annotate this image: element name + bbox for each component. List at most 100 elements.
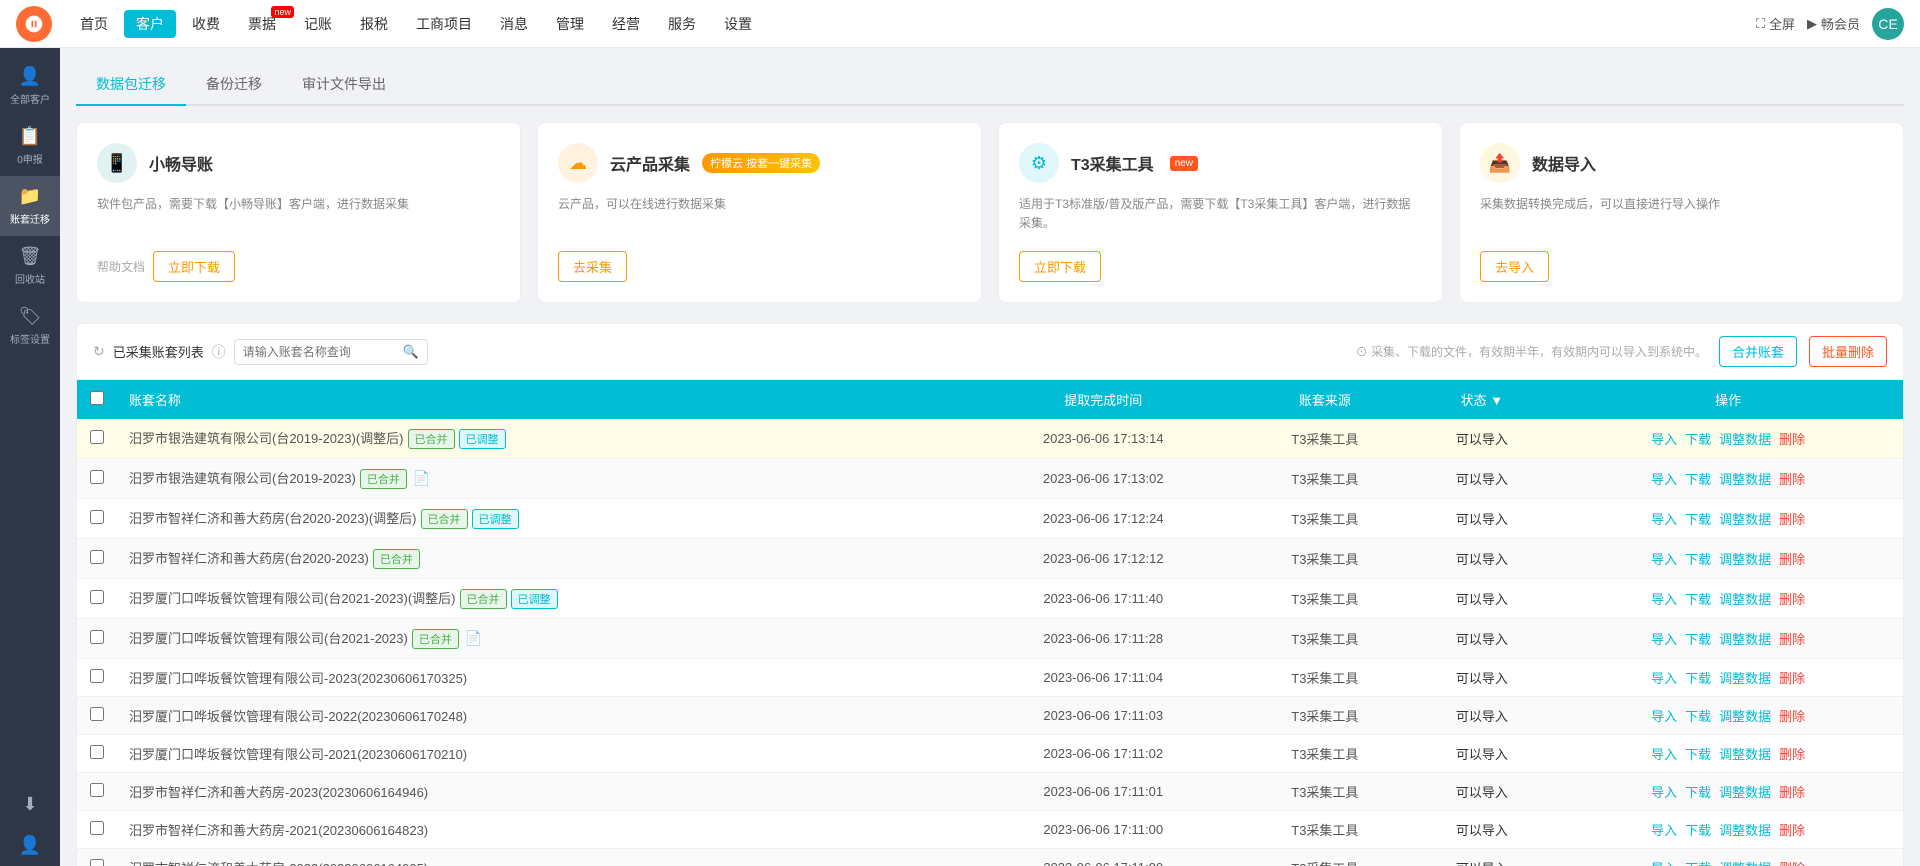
download-link[interactable]: 下载 <box>1685 785 1711 800</box>
sidebar-item-recycle[interactable]: 🗑 回收站 <box>0 236 60 296</box>
adjust-data-link[interactable]: 调整数据 <box>1719 592 1771 607</box>
delete-link[interactable]: 删除 <box>1779 552 1805 567</box>
file-icon[interactable]: 📄 <box>465 630 482 646</box>
row-checkbox[interactable] <box>90 821 104 835</box>
avatar[interactable]: CE <box>1872 8 1904 40</box>
import-link[interactable]: 导入 <box>1651 552 1677 567</box>
sidebar-item-tag-settings[interactable]: 🏷 标签设置 <box>0 296 60 356</box>
nav-home[interactable]: 首页 <box>68 10 120 38</box>
delete-link[interactable]: 删除 <box>1779 861 1805 866</box>
sidebar-item-account-migration[interactable]: 📁 账套迁移 <box>0 176 60 236</box>
nav-billing[interactable]: 收费 <box>180 10 232 38</box>
row-checkbox[interactable] <box>90 707 104 721</box>
nav-manage[interactable]: 管理 <box>544 10 596 38</box>
sidebar-item-all-clients[interactable]: 👤 全部客户 <box>0 56 60 116</box>
delete-link[interactable]: 删除 <box>1779 512 1805 527</box>
import-link[interactable]: 导入 <box>1651 512 1677 527</box>
delete-link[interactable]: 删除 <box>1779 747 1805 762</box>
adjust-data-link[interactable]: 调整数据 <box>1719 632 1771 647</box>
row-checkbox[interactable] <box>90 510 104 524</box>
download-link[interactable]: 下载 <box>1685 472 1711 487</box>
adjust-data-link[interactable]: 调整数据 <box>1719 432 1771 447</box>
sidebar-item-report[interactable]: 📋 0申报 <box>0 116 60 176</box>
import-link[interactable]: 导入 <box>1651 432 1677 447</box>
adjust-data-link[interactable]: 调整数据 <box>1719 472 1771 487</box>
nav-tax[interactable]: 报税 <box>348 10 400 38</box>
download-link[interactable]: 下载 <box>1685 552 1711 567</box>
help-doc-btn[interactable]: 帮助文档 <box>97 258 145 275</box>
download-link[interactable]: 下载 <box>1685 512 1711 527</box>
nav-client[interactable]: 客户 <box>124 10 176 38</box>
nav-invoice[interactable]: 票据 new <box>236 10 288 38</box>
download-link[interactable]: 下载 <box>1685 823 1711 838</box>
download-link[interactable]: 下载 <box>1685 861 1711 866</box>
tab-data-migration[interactable]: 数据包迁移 <box>76 64 186 106</box>
import-link[interactable]: 导入 <box>1651 861 1677 866</box>
app-logo[interactable] <box>16 6 52 42</box>
delete-link[interactable]: 删除 <box>1779 632 1805 647</box>
delete-link[interactable]: 删除 <box>1779 709 1805 724</box>
import-link[interactable]: 导入 <box>1651 823 1677 838</box>
import-link[interactable]: 导入 <box>1651 709 1677 724</box>
import-link[interactable]: 导入 <box>1651 592 1677 607</box>
file-icon[interactable]: 📄 <box>413 470 430 486</box>
download-link[interactable]: 下载 <box>1685 632 1711 647</box>
download-now-btn[interactable]: 立即下载 <box>153 251 235 282</box>
adjust-data-link[interactable]: 调整数据 <box>1719 709 1771 724</box>
tab-audit-export[interactable]: 审计文件导出 <box>282 64 406 106</box>
row-checkbox[interactable] <box>90 590 104 604</box>
row-checkbox[interactable] <box>90 859 104 866</box>
adjust-data-link[interactable]: 调整数据 <box>1719 823 1771 838</box>
row-checkbox[interactable] <box>90 630 104 644</box>
adjust-data-link[interactable]: 调整数据 <box>1719 671 1771 686</box>
nav-service[interactable]: 服务 <box>656 10 708 38</box>
delete-link[interactable]: 删除 <box>1779 823 1805 838</box>
adjust-data-link[interactable]: 调整数据 <box>1719 785 1771 800</box>
nav-operation[interactable]: 经营 <box>600 10 652 38</box>
search-submit-icon[interactable]: 🔍 <box>403 344 419 360</box>
help-icon[interactable]: ⓘ <box>212 342 226 362</box>
adjust-data-link[interactable]: 调整数据 <box>1719 861 1771 866</box>
import-link[interactable]: 导入 <box>1651 671 1677 686</box>
nav-business[interactable]: 工商项目 <box>404 10 484 38</box>
t3-download-btn[interactable]: 立即下载 <box>1019 251 1101 282</box>
delete-link[interactable]: 删除 <box>1779 785 1805 800</box>
row-checkbox[interactable] <box>90 550 104 564</box>
sidebar-item-download[interactable]: ⬇ <box>0 784 60 825</box>
fullscreen-btn[interactable]: ⛶ 全屏 <box>1756 14 1795 33</box>
tab-backup-migration[interactable]: 备份迁移 <box>186 64 282 106</box>
import-link[interactable]: 导入 <box>1651 785 1677 800</box>
batch-delete-btn[interactable]: 批量删除 <box>1809 336 1887 367</box>
row-checkbox[interactable] <box>90 430 104 444</box>
row-checkbox[interactable] <box>90 470 104 484</box>
adjust-data-link[interactable]: 调整数据 <box>1719 552 1771 567</box>
download-link[interactable]: 下载 <box>1685 592 1711 607</box>
download-link[interactable]: 下载 <box>1685 432 1711 447</box>
go-collect-btn[interactable]: 去采集 <box>558 251 627 282</box>
merge-btn[interactable]: 合并账套 <box>1719 336 1797 367</box>
download-link[interactable]: 下载 <box>1685 671 1711 686</box>
nav-settings[interactable]: 设置 <box>712 10 764 38</box>
import-link[interactable]: 导入 <box>1651 747 1677 762</box>
nav-accounting[interactable]: 记账 <box>292 10 344 38</box>
delete-link[interactable]: 删除 <box>1779 432 1805 447</box>
nav-message[interactable]: 消息 <box>488 10 540 38</box>
delete-link[interactable]: 删除 <box>1779 592 1805 607</box>
download-link[interactable]: 下载 <box>1685 709 1711 724</box>
go-import-btn[interactable]: 去导入 <box>1480 251 1549 282</box>
import-link[interactable]: 导入 <box>1651 472 1677 487</box>
col-status[interactable]: 状态 ▼ <box>1411 380 1554 419</box>
adjust-data-link[interactable]: 调整数据 <box>1719 747 1771 762</box>
row-checkbox[interactable] <box>90 745 104 759</box>
member-btn[interactable]: ▶ 畅会员 <box>1807 14 1860 33</box>
search-input[interactable] <box>243 345 403 359</box>
import-link[interactable]: 导入 <box>1651 632 1677 647</box>
sidebar-item-user[interactable]: 👤 <box>0 825 60 866</box>
select-all-checkbox[interactable] <box>90 391 104 405</box>
delete-link[interactable]: 删除 <box>1779 472 1805 487</box>
adjust-data-link[interactable]: 调整数据 <box>1719 512 1771 527</box>
row-checkbox[interactable] <box>90 669 104 683</box>
row-checkbox[interactable] <box>90 783 104 797</box>
refresh-icon[interactable]: ↻ <box>93 343 105 360</box>
download-link[interactable]: 下载 <box>1685 747 1711 762</box>
